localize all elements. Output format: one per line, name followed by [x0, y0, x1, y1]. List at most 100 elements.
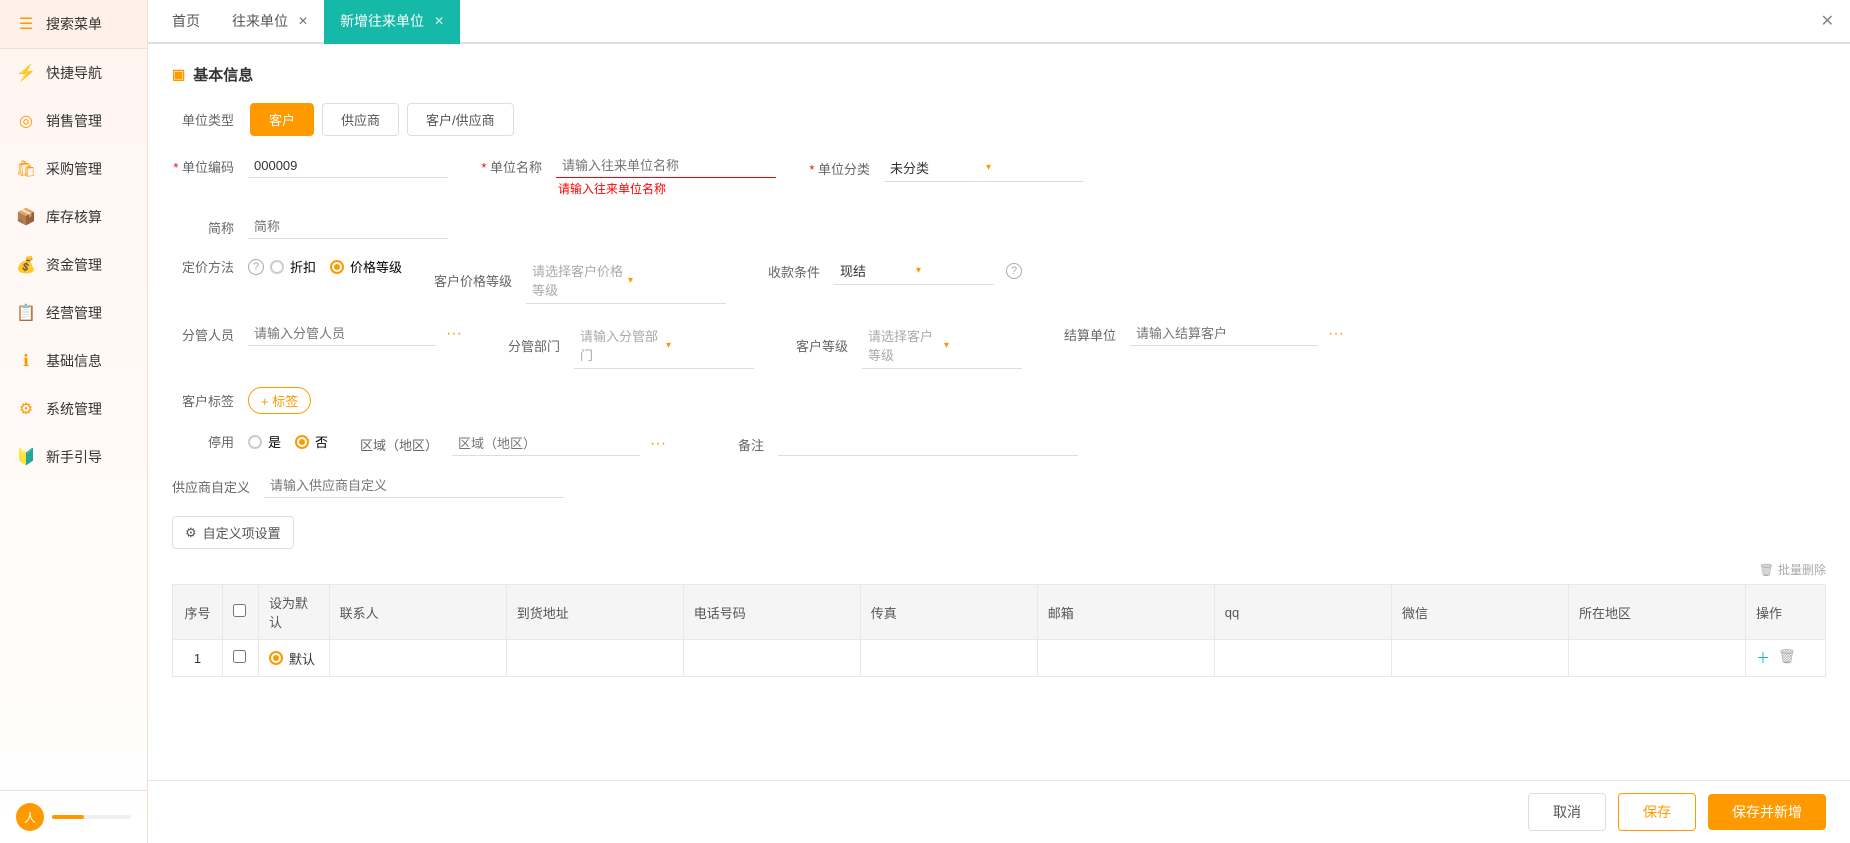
- sidebar-item-purchase[interactable]: 🛍 采购管理: [0, 145, 147, 193]
- th-fax: 传真: [860, 585, 1037, 640]
- radio-default[interactable]: 默认: [269, 649, 319, 668]
- email-input[interactable]: [1048, 651, 1204, 666]
- batch-delete-button[interactable]: 🗑 批量删除: [1759, 561, 1826, 578]
- sidebar: ☰ 搜索菜单 ⚡ 快捷导航 ◎ 销售管理 🛍 采购管理 📦 库存核算 💰 资金管…: [0, 0, 148, 843]
- td-contact[interactable]: [329, 640, 506, 677]
- td-email[interactable]: [1037, 640, 1214, 677]
- customer-level-select[interactable]: 请选择客户等级 ▾: [862, 322, 1022, 369]
- tab-counterparty-close[interactable]: ✕: [298, 14, 308, 28]
- customer-price-placeholder: 请选择客户价格等级: [532, 261, 624, 299]
- unit-name-input[interactable]: [556, 154, 776, 178]
- radio-stop-yes[interactable]: 是: [248, 432, 281, 451]
- section-icon: ▣: [172, 66, 185, 83]
- delete-row-icon[interactable]: 🗑: [1778, 648, 1796, 668]
- field-short-name: 简称: [172, 215, 448, 239]
- add-tag-button[interactable]: + 标签: [248, 387, 311, 414]
- add-row-icon[interactable]: ＋: [1756, 648, 1770, 668]
- custom-settings-button[interactable]: ⚙ 自定义项设置: [172, 516, 294, 549]
- tab-new-counterparty[interactable]: 新增往来单位 ✕: [324, 0, 460, 44]
- sidebar-item-operations[interactable]: 📋 经营管理: [0, 289, 147, 337]
- field-region: 区域（地区） ···: [360, 432, 670, 456]
- save-button[interactable]: 保存: [1618, 793, 1696, 831]
- region-dots[interactable]: ···: [646, 435, 670, 453]
- basic-info-icon: ℹ: [16, 351, 36, 371]
- field-unit-code: 单位编码: [172, 154, 448, 178]
- sidebar-item-label: 新手引导: [46, 447, 102, 467]
- department-select[interactable]: 请输入分管部门 ▾: [574, 322, 754, 369]
- sidebar-item-inventory[interactable]: 📦 库存核算: [0, 193, 147, 241]
- btn-type-supplier[interactable]: 供应商: [322, 103, 399, 136]
- sidebar-item-newbie[interactable]: 🔰 新手引导: [0, 433, 147, 481]
- tab-bar-close-all[interactable]: ✕: [1813, 11, 1842, 31]
- custom-settings-label: 自定义项设置: [203, 523, 281, 542]
- row-customer-tag: 客户标签 + 标签: [172, 387, 1826, 414]
- unit-code-input[interactable]: [248, 154, 448, 178]
- pricing-question-mark[interactable]: ?: [248, 259, 264, 275]
- sidebar-item-quick[interactable]: ⚡ 快捷导航: [0, 49, 147, 97]
- td-fax[interactable]: [860, 640, 1037, 677]
- unit-name-error: 请输入往来单位名称: [558, 182, 666, 196]
- qq-input[interactable]: [1225, 651, 1381, 666]
- manager-input[interactable]: [248, 322, 436, 346]
- tab-home[interactable]: 首页: [156, 0, 216, 44]
- btn-type-both[interactable]: 客户/供应商: [407, 103, 514, 136]
- tab-bar: 首页 往来单位 ✕ 新增往来单位 ✕ ✕: [148, 0, 1850, 44]
- tab-new-counterparty-close[interactable]: ✕: [434, 14, 444, 28]
- save-and-new-button[interactable]: 保存并新增: [1708, 794, 1826, 830]
- th-checkbox[interactable]: [223, 585, 259, 640]
- manager-dots[interactable]: ···: [442, 325, 466, 343]
- td-checkbox[interactable]: [223, 640, 259, 677]
- newbie-icon: 🔰: [16, 447, 36, 467]
- th-address: 到货地址: [506, 585, 683, 640]
- user-avatar: 人: [16, 803, 44, 831]
- unit-category-arrow: ▾: [986, 162, 1078, 173]
- radio-discount[interactable]: 折扣: [270, 257, 316, 276]
- td-address[interactable]: [506, 640, 683, 677]
- sidebar-search[interactable]: ☰ 搜索菜单: [0, 0, 147, 49]
- radio-stop-no[interactable]: 否: [295, 432, 328, 451]
- sidebar-item-finance[interactable]: 💰 资金管理: [0, 241, 147, 289]
- field-unit-name: 单位名称 请输入往来单位名称: [480, 154, 776, 197]
- address-input[interactable]: [517, 651, 673, 666]
- td-region[interactable]: [1568, 640, 1745, 677]
- fax-input[interactable]: [871, 651, 1027, 666]
- th-qq: qq: [1214, 585, 1391, 640]
- field-supplier-custom: 供应商自定义: [172, 474, 564, 498]
- table-section: ⚙ 自定义项设置 🗑 批量删除 序号 设为默认: [172, 516, 1826, 677]
- row-checkbox[interactable]: [233, 650, 246, 663]
- th-wechat: 微信: [1391, 585, 1568, 640]
- sidebar-item-label: 系统管理: [46, 399, 102, 419]
- settlement-unit-input[interactable]: [1130, 322, 1318, 346]
- sidebar-item-system[interactable]: ⚙ 系统管理: [0, 385, 147, 433]
- supplier-custom-input[interactable]: [264, 474, 564, 498]
- td-phone[interactable]: [683, 640, 860, 677]
- region-table-input[interactable]: [1579, 651, 1735, 666]
- select-all-checkbox[interactable]: [233, 604, 246, 617]
- settlement-unit-dots[interactable]: ···: [1324, 325, 1348, 343]
- table-toolbar: 🗑 批量删除: [172, 561, 1826, 578]
- row-actions: ＋ 🗑: [1756, 648, 1815, 668]
- btn-type-customer[interactable]: 客户: [250, 103, 314, 136]
- customer-price-select[interactable]: 请选择客户价格等级 ▾: [526, 257, 726, 304]
- td-wechat[interactable]: [1391, 640, 1568, 677]
- sidebar-item-sales[interactable]: ◎ 销售管理: [0, 97, 147, 145]
- search-icon: ☰: [16, 14, 36, 34]
- field-manager: 分管人员 ···: [172, 322, 466, 346]
- batch-delete-icon: 🗑: [1759, 563, 1774, 577]
- short-name-input[interactable]: [248, 215, 448, 239]
- phone-input[interactable]: [694, 651, 850, 666]
- payment-terms-question[interactable]: ?: [1006, 263, 1022, 279]
- contact-table: 序号 设为默认 联系人 到货地址 电话号码 传真 邮箱 qq 微信 所在地区: [172, 584, 1826, 677]
- unit-category-select[interactable]: 未分类 ▾: [884, 154, 1084, 182]
- wechat-input[interactable]: [1402, 651, 1558, 666]
- radio-price-level[interactable]: 价格等级: [330, 257, 402, 276]
- td-qq[interactable]: [1214, 640, 1391, 677]
- tab-counterparty[interactable]: 往来单位 ✕: [216, 0, 324, 44]
- remark-input[interactable]: [778, 432, 1078, 456]
- sidebar-item-basic-info[interactable]: ℹ 基础信息: [0, 337, 147, 385]
- contact-input[interactable]: [340, 651, 496, 666]
- cancel-button[interactable]: 取消: [1528, 793, 1606, 831]
- payment-terms-select[interactable]: 现结 ▾: [834, 257, 994, 285]
- region-input[interactable]: [452, 432, 640, 456]
- row-code-name-category: 单位编码 单位名称 请输入往来单位名称 单位分类 未分类 ▾: [172, 154, 1826, 197]
